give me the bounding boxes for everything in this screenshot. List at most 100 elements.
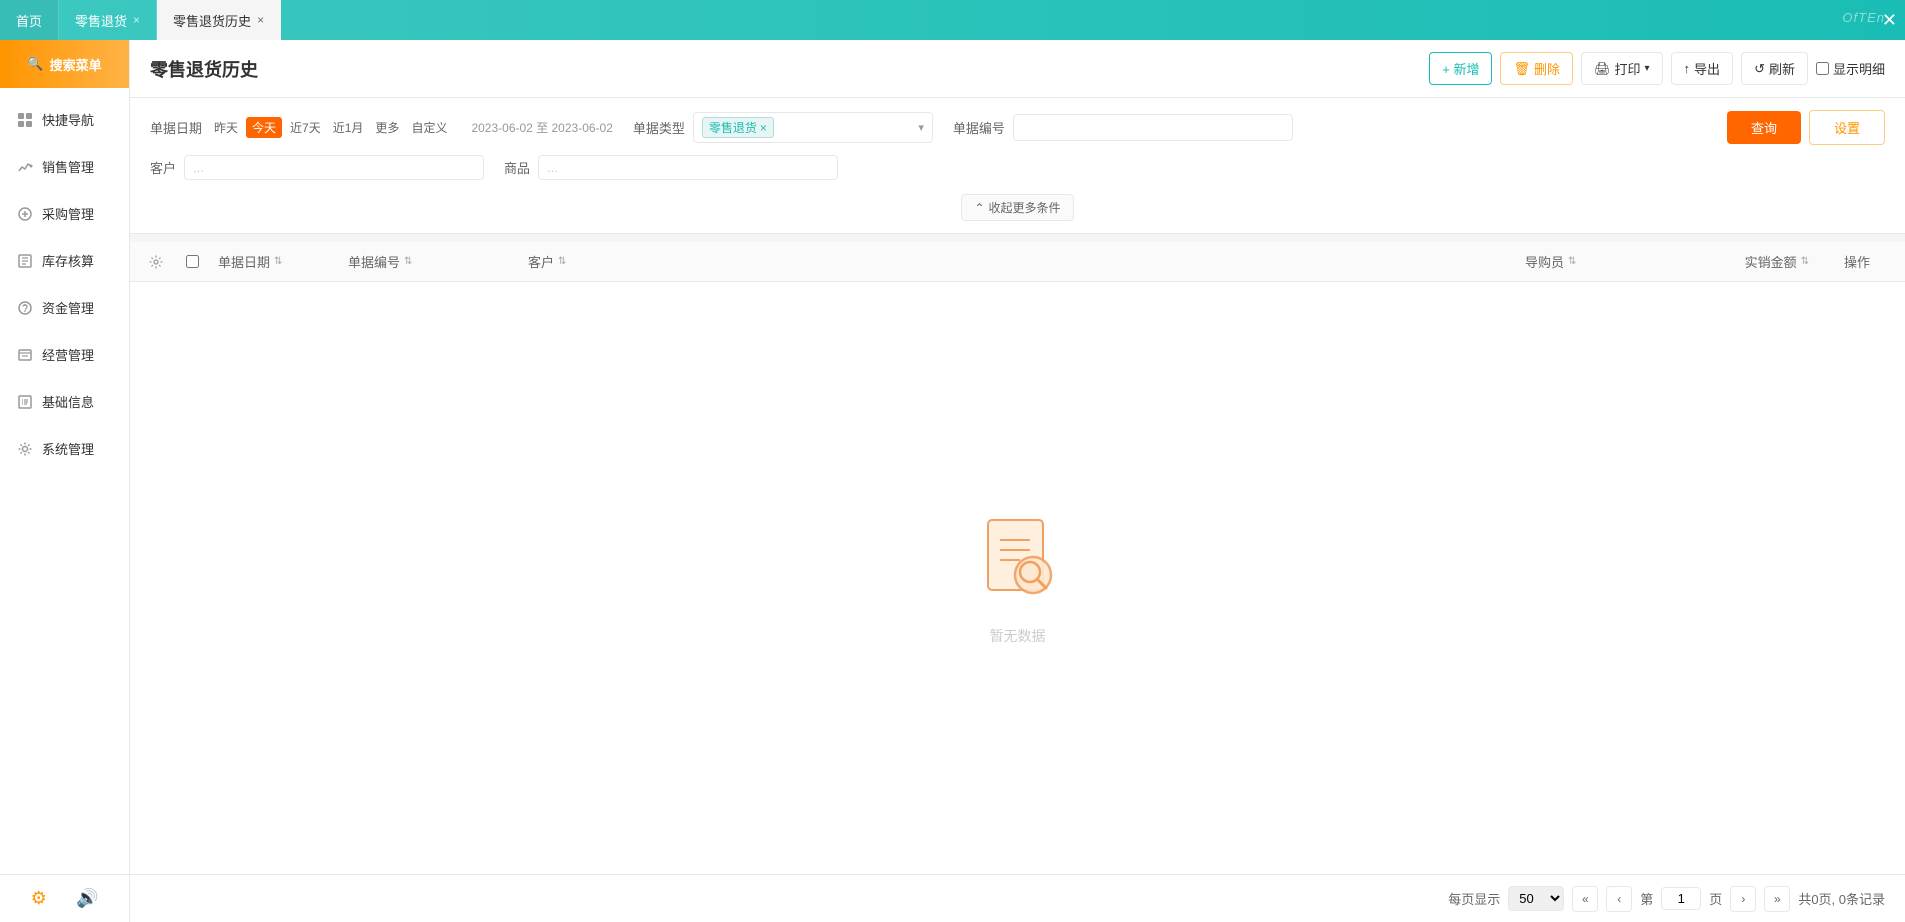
tab-home[interactable]: 首页	[0, 0, 59, 40]
tab-retail-return[interactable]: 零售退货 ×	[59, 0, 157, 40]
page-size-select[interactable]: 50 10 20 100	[1508, 886, 1564, 911]
th-guide-sort-icon: ⇅	[1568, 256, 1576, 267]
sidebar-item-operation-mgmt[interactable]: 经营管理	[0, 331, 129, 378]
prev-page-button[interactable]: ‹	[1606, 886, 1632, 912]
th-settings[interactable]	[138, 254, 174, 270]
page-number-input[interactable]	[1661, 887, 1701, 910]
date-filter: 单据日期 昨天 今天 近7天 近1月 更多 自定义	[150, 117, 451, 138]
show-detail-label: 显示明细	[1833, 59, 1885, 78]
tab-list: 首页 零售退货 × 零售退货历史 ×	[0, 0, 1874, 40]
top-bar: 首页 零售退货 × 零售退货历史 × OfTEn ✕	[0, 0, 1905, 40]
th-date-label: 单据日期	[218, 252, 270, 271]
date-btn-7days[interactable]: 近7天	[286, 117, 325, 138]
export-button[interactable]: ↑ 导出	[1671, 52, 1734, 85]
show-detail-checkbox[interactable]	[1816, 62, 1829, 75]
th-customer-label: 客户	[528, 252, 554, 271]
page-size-label: 每页显示	[1448, 889, 1500, 908]
last-page-button[interactable]: »	[1764, 886, 1790, 912]
page-label: 第	[1640, 889, 1653, 908]
product-placeholder: ...	[547, 160, 558, 175]
collapse-label: 收起更多条件	[989, 199, 1061, 216]
print-arrow-icon: ▾	[1645, 63, 1650, 74]
th-date[interactable]: 单据日期 ⇅	[210, 252, 340, 271]
next-page-button[interactable]: ›	[1730, 886, 1756, 912]
date-btn-today[interactable]: 今天	[246, 117, 282, 138]
sidebar-item-quick-nav-label: 快捷导航	[42, 110, 94, 129]
delete-icon: 🗑	[1513, 61, 1530, 77]
refresh-icon: ↺	[1754, 61, 1765, 77]
date-range-display: 2023-06-02 至 2023-06-02	[471, 119, 612, 136]
th-guide[interactable]: 导购员 ⇅	[1517, 252, 1667, 271]
delete-label: 删除	[1534, 59, 1560, 78]
page-header: 零售退货历史 + 新增 🗑 删除 🖨 打印 ▾ ↑ 导出 ↺	[130, 40, 1905, 98]
tab-retail-return-history[interactable]: 零售退货历史 ×	[157, 0, 281, 40]
settings-bottom-icon[interactable]: ⚙	[31, 888, 47, 909]
sidebar-item-purchase-mgmt[interactable]: 采购管理	[0, 190, 129, 237]
sidebar-item-system-mgmt[interactable]: 系统管理	[0, 425, 129, 472]
date-label: 单据日期	[150, 118, 202, 137]
sidebar-item-finance-mgmt[interactable]: 资金管理	[0, 284, 129, 331]
main-layout: 🔍 搜索菜单 快捷导航 销售管理 采购管理	[0, 40, 1905, 922]
first-page-button[interactable]: «	[1572, 886, 1598, 912]
query-button[interactable]: 查询	[1727, 111, 1801, 144]
product-select[interactable]: ...	[538, 155, 838, 180]
sidebar-item-inventory-calc[interactable]: 库存核算	[0, 237, 129, 284]
settings-button[interactable]: 设置	[1809, 110, 1885, 145]
toolbar-buttons: + 新增 🗑 删除 🖨 打印 ▾ ↑ 导出 ↺ 刷新	[1429, 52, 1885, 85]
refresh-button[interactable]: ↺ 刷新	[1741, 52, 1808, 85]
search-menu-button[interactable]: 🔍 搜索菜单	[0, 40, 129, 88]
brand-watermark: OfTEn	[1842, 10, 1885, 25]
th-docno-label: 单据编号	[348, 252, 400, 271]
empty-icon	[968, 510, 1068, 610]
doc-type-tag-close[interactable]: ×	[760, 121, 767, 135]
sidebar-item-basic-info[interactable]: 基础信息	[0, 378, 129, 425]
th-amount-label: 实销金额	[1745, 252, 1797, 271]
sidebar-item-sales-mgmt[interactable]: 销售管理	[0, 143, 129, 190]
empty-state: 暂无数据	[130, 282, 1905, 874]
doc-no-input[interactable]	[1013, 114, 1293, 141]
product-label: 商品	[504, 158, 530, 177]
search-icon: 🔍	[27, 56, 43, 72]
date-range-text: 2023-06-02 至 2023-06-02	[471, 119, 612, 136]
print-button[interactable]: 🖨 打印 ▾	[1581, 52, 1663, 85]
table-area: 单据日期 ⇅ 单据编号 ⇅ 客户 ⇅ 导购员 ⇅ 实销金额 ⇅	[130, 242, 1905, 922]
operation-icon	[16, 346, 34, 364]
doc-type-select[interactable]: 零售退货 × ▾	[693, 112, 933, 143]
filter-row-2: 客户 ... 商品 ...	[150, 155, 1885, 180]
export-icon: ↑	[1684, 61, 1691, 76]
tab-home-label: 首页	[16, 11, 42, 30]
collapse-button[interactable]: ⌃ 收起更多条件	[961, 194, 1073, 221]
tab-retail-return-history-close[interactable]: ×	[257, 13, 264, 27]
volume-icon[interactable]: 🔊	[76, 888, 98, 909]
delete-button[interactable]: 🗑 删除	[1500, 52, 1573, 85]
doc-no-label: 单据编号	[953, 118, 1005, 137]
doc-type-arrow-icon: ▾	[918, 121, 924, 134]
th-amount[interactable]: 实销金额 ⇅	[1667, 252, 1817, 271]
sales-mgmt-icon	[16, 158, 34, 176]
filter-row-1: 单据日期 昨天 今天 近7天 近1月 更多 自定义 2023-06-02 至 2…	[150, 110, 1885, 145]
select-all-checkbox[interactable]	[186, 255, 199, 268]
th-guide-label: 导购员	[1525, 252, 1564, 271]
sidebar-item-quick-nav[interactable]: 快捷导航	[0, 96, 129, 143]
add-button[interactable]: + 新增	[1429, 52, 1492, 85]
table-header: 单据日期 ⇅ 单据编号 ⇅ 客户 ⇅ 导购员 ⇅ 实销金额 ⇅	[130, 242, 1905, 282]
th-amount-sort-icon: ⇅	[1801, 256, 1809, 267]
tab-retail-return-history-label: 零售退货历史	[173, 11, 251, 30]
date-shortcuts: 昨天 今天 近7天 近1月 更多 自定义	[210, 117, 451, 138]
date-btn-more[interactable]: 更多	[371, 117, 403, 138]
sidebar-item-sales-mgmt-label: 销售管理	[42, 157, 94, 176]
sidebar-item-operation-mgmt-label: 经营管理	[42, 345, 94, 364]
customer-select[interactable]: ...	[184, 155, 484, 180]
customer-label: 客户	[150, 158, 176, 177]
show-detail-checkbox-label[interactable]: 显示明细	[1816, 59, 1885, 78]
sidebar-item-inventory-calc-label: 库存核算	[42, 251, 94, 270]
tab-retail-return-close[interactable]: ×	[133, 13, 140, 27]
date-btn-custom[interactable]: 自定义	[407, 117, 451, 138]
basic-info-icon	[16, 393, 34, 411]
print-label: 打印	[1615, 59, 1641, 78]
date-btn-yesterday[interactable]: 昨天	[210, 117, 242, 138]
th-customer[interactable]: 客户 ⇅	[520, 252, 1517, 271]
date-btn-1month[interactable]: 近1月	[329, 117, 368, 138]
th-select-all[interactable]	[174, 255, 210, 268]
th-docno[interactable]: 单据编号 ⇅	[340, 252, 520, 271]
